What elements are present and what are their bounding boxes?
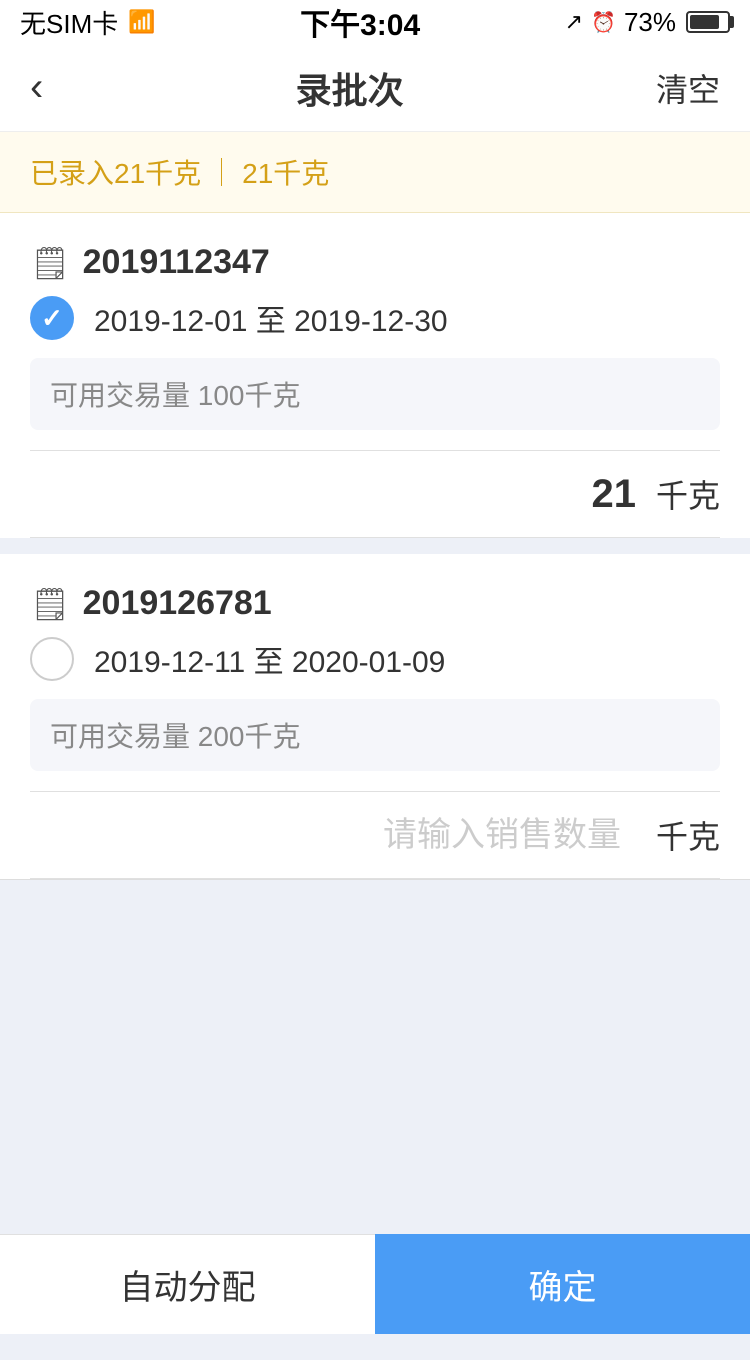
battery-icon bbox=[686, 11, 730, 33]
auto-distribute-button[interactable]: 自动分配 bbox=[0, 1234, 375, 1334]
status-left: 无SIM卡 📶 bbox=[20, 4, 156, 41]
info-banner: 已录入21千克 21千克 bbox=[0, 132, 750, 213]
batch2-date-row: 2019-12-11 至 2020-01-09 bbox=[30, 637, 720, 681]
batch2-unit: 千克 bbox=[656, 812, 720, 858]
batch1-amount-row: 21 千克 bbox=[0, 451, 750, 537]
batch1-date-row: 2019-12-01 至 2019-12-30 bbox=[30, 296, 720, 340]
batch2-id-row: 🗒 2019126781 bbox=[30, 584, 720, 623]
batch-card-2: 🗒 2019126781 2019-12-11 至 2020-01-09 可用交… bbox=[0, 554, 750, 880]
no-sim-label: 无SIM卡 bbox=[20, 4, 118, 41]
banner-divider bbox=[221, 158, 222, 186]
batch1-unit: 千克 bbox=[656, 471, 720, 517]
batch1-id-row: 🗒 2019112347 bbox=[30, 243, 720, 282]
quantity-input[interactable] bbox=[336, 816, 636, 855]
clear-button[interactable]: 清空 bbox=[656, 65, 720, 111]
alarm-icon: ⏰ bbox=[591, 10, 616, 35]
section-divider bbox=[0, 538, 750, 554]
status-bar: 无SIM卡 📶 下午3:04 ↗ ⏰ 73% bbox=[0, 0, 750, 44]
recorded-value: 21千克 bbox=[242, 152, 329, 192]
batch1-date: 2019-12-01 至 2019-12-30 bbox=[94, 296, 448, 340]
back-button[interactable]: ‹ bbox=[30, 65, 43, 110]
divider4 bbox=[30, 878, 720, 879]
batch2-date: 2019-12-11 至 2020-01-09 bbox=[94, 637, 445, 681]
batch1-id: 2019112347 bbox=[83, 243, 270, 282]
batch1-icon: 🗒 bbox=[30, 244, 71, 282]
confirm-button[interactable]: 确定 bbox=[375, 1234, 750, 1334]
batch2-icon: 🗒 bbox=[30, 585, 71, 623]
batch1-available: 可用交易量 100千克 bbox=[30, 358, 720, 430]
location-icon: ↗ bbox=[565, 9, 583, 35]
batch2-id: 2019126781 bbox=[83, 584, 272, 623]
batch-card-1: 🗒 2019112347 2019-12-01 至 2019-12-30 可用交… bbox=[0, 213, 750, 538]
batch2-available: 可用交易量 200千克 bbox=[30, 699, 720, 771]
recorded-label: 已录入21千克 bbox=[30, 152, 201, 192]
batch2-input-row: 千克 bbox=[0, 792, 750, 878]
status-time: 下午3:04 bbox=[300, 0, 420, 44]
battery-label: 73% bbox=[624, 7, 676, 38]
bottom-bar: 自动分配 确定 bbox=[0, 1234, 750, 1334]
nav-bar: ‹ 录批次 清空 bbox=[0, 44, 750, 132]
wifi-icon: 📶 bbox=[128, 9, 155, 35]
status-right: ↗ ⏰ 73% bbox=[565, 7, 730, 38]
page-title: 录批次 bbox=[296, 62, 404, 114]
batch2-checkbox[interactable] bbox=[30, 637, 74, 681]
batch1-amount: 21 bbox=[591, 472, 636, 516]
batch1-checkbox[interactable] bbox=[30, 296, 74, 340]
